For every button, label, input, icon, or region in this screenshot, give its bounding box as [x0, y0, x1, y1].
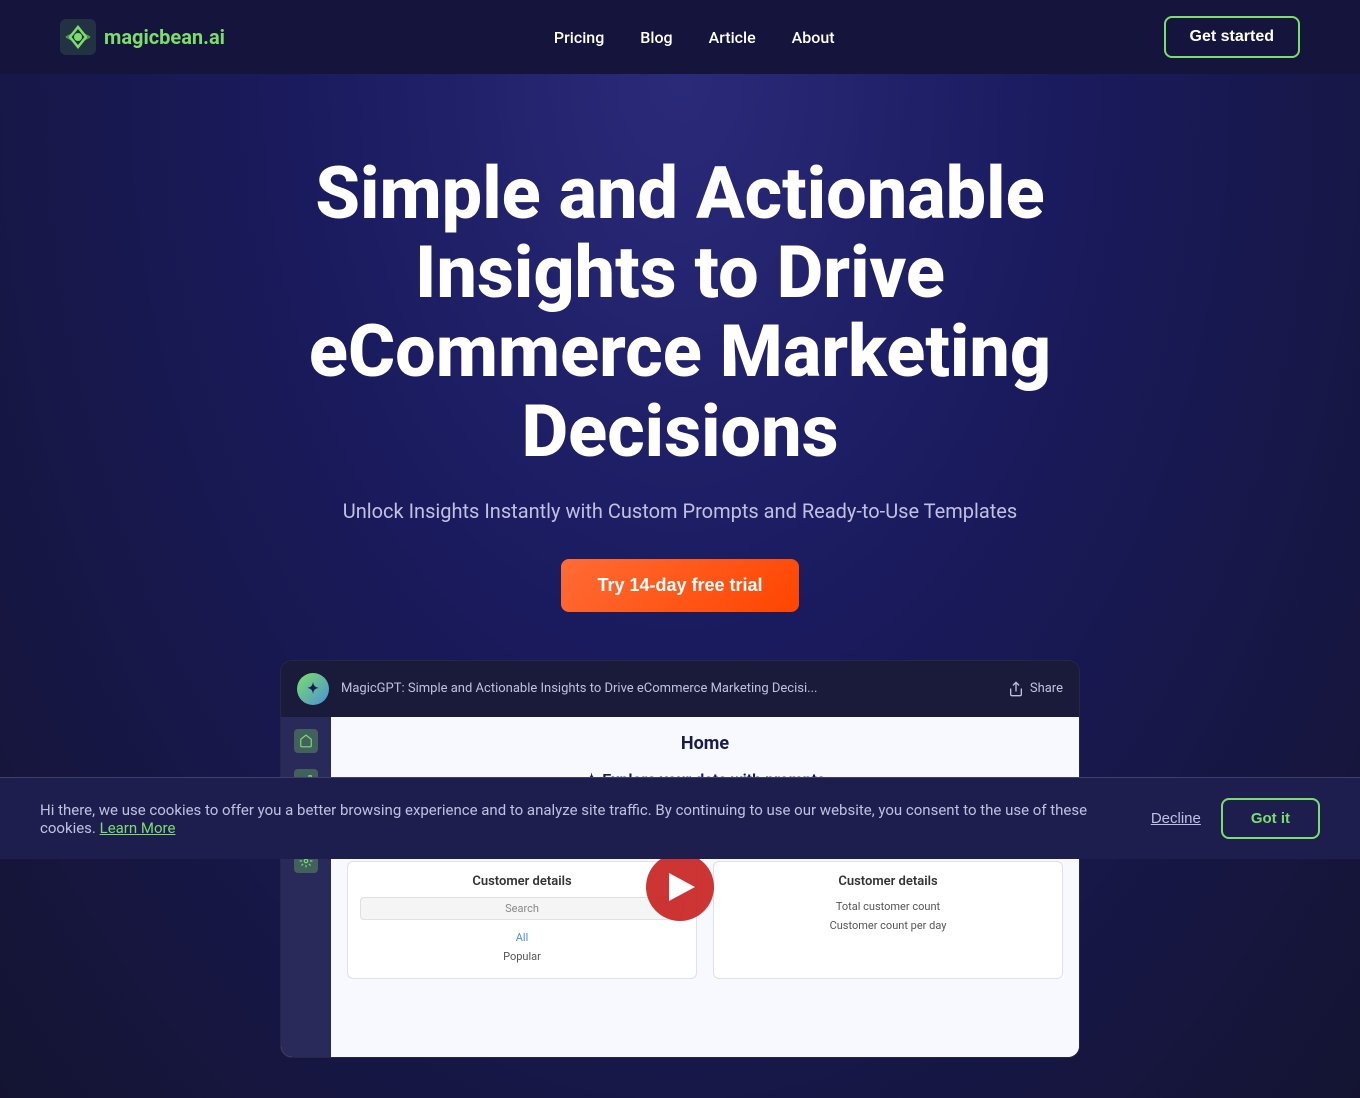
- logo[interactable]: magicbean.ai: [60, 19, 225, 55]
- hero-title: Simple and Actionable Insights to Drive …: [230, 154, 1130, 471]
- right-panel-title: Customer details: [726, 874, 1050, 889]
- app-right-panel: Customer details Total customer count Cu…: [713, 861, 1063, 979]
- hero-section: Simple and Actionable Insights to Drive …: [0, 74, 1360, 1098]
- left-panel-title: Customer details: [360, 874, 684, 889]
- navbar: magicbean.ai Pricing Blog Article About …: [0, 0, 1360, 74]
- cookie-banner: Hi there, we use cookies to offer you a …: [0, 777, 1360, 859]
- video-title: MagicGPT: Simple and Actionable Insights…: [341, 681, 817, 696]
- got-it-button[interactable]: Got it: [1221, 798, 1320, 839]
- nav-article[interactable]: Article: [709, 28, 756, 47]
- logo-text: magicbean.ai: [104, 25, 225, 49]
- app-left-panel: Customer details Search All Popular: [347, 861, 697, 979]
- nav-links: Pricing Blog Article About: [554, 28, 835, 47]
- logo-icon: [60, 19, 96, 55]
- get-started-button[interactable]: Get started: [1164, 16, 1300, 58]
- app-sidebar: [281, 717, 331, 1057]
- right-panel-item-per-day: Customer count per day: [726, 916, 1050, 935]
- cookie-message: Hi there, we use cookies to offer you a …: [40, 801, 1111, 837]
- trial-button[interactable]: Try 14-day free trial: [561, 559, 798, 612]
- right-panel-item-total: Total customer count: [726, 897, 1050, 916]
- left-panel-search: Search: [360, 897, 684, 920]
- nav-about[interactable]: About: [792, 28, 835, 47]
- video-share-button[interactable]: Share: [1008, 681, 1063, 697]
- learn-more-link[interactable]: Learn More: [100, 819, 176, 837]
- left-panel-item-popular[interactable]: Popular: [360, 947, 684, 966]
- video-content: Home ✦ Explore your data with prompts As…: [281, 717, 1079, 1057]
- video-header: ✦ MagicGPT: Simple and Actionable Insigh…: [281, 661, 1079, 717]
- play-triangle-icon: [669, 873, 695, 901]
- nav-pricing[interactable]: Pricing: [554, 28, 604, 47]
- cookie-buttons: Decline Got it: [1151, 798, 1320, 839]
- left-panel-item-all[interactable]: All: [360, 928, 684, 947]
- decline-button[interactable]: Decline: [1151, 810, 1201, 827]
- play-button[interactable]: [646, 853, 714, 921]
- sidebar-home-icon: [294, 729, 318, 753]
- nav-blog[interactable]: Blog: [640, 28, 672, 47]
- video-header-left: ✦ MagicGPT: Simple and Actionable Insigh…: [297, 673, 817, 705]
- share-icon: [1008, 681, 1024, 697]
- hero-subtitle: Unlock Insights Instantly with Custom Pr…: [60, 499, 1300, 523]
- video-channel-icon: ✦: [297, 673, 329, 705]
- app-home-label: Home: [347, 733, 1063, 754]
